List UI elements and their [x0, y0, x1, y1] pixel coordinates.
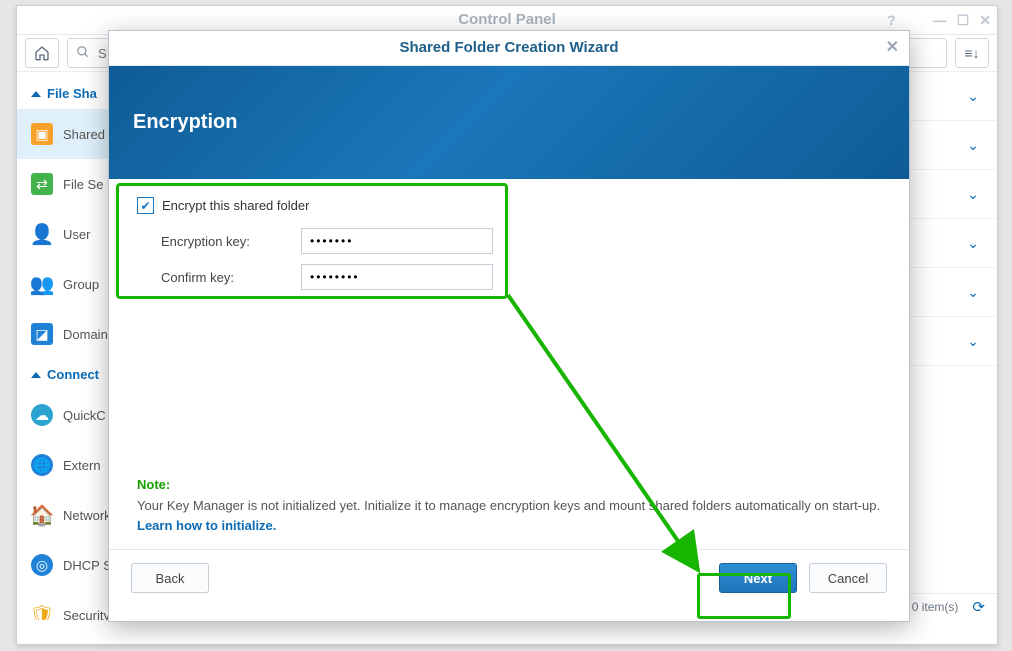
modal-titlebar: Shared Folder Creation Wizard ✕: [109, 31, 909, 66]
encrypt-checkbox[interactable]: ✔: [137, 197, 154, 214]
chevron-down-icon: ⌄: [967, 235, 979, 252]
folder-icon: ▣: [31, 123, 53, 145]
dhcp-icon: ◎: [31, 554, 53, 576]
encryption-key-label: Encryption key:: [161, 234, 301, 249]
chevron-up-icon: [31, 372, 41, 378]
learn-link[interactable]: Learn how to initialize.: [137, 518, 276, 533]
file-services-icon: ⇄: [31, 173, 53, 195]
wizard-modal: Shared Folder Creation Wizard ✕ Encrypti…: [108, 30, 910, 622]
close-icon[interactable]: ✕: [979, 6, 991, 34]
chevron-down-icon: ⌄: [967, 137, 979, 154]
globe-icon: 🌐: [31, 454, 53, 476]
encryption-key-input[interactable]: [301, 228, 493, 254]
maximize-icon[interactable]: ☐: [957, 6, 970, 34]
sort-button[interactable]: ≡↓: [955, 38, 989, 68]
chevron-down-icon: ⌄: [967, 284, 979, 301]
user-icon: 👤: [31, 223, 53, 245]
modal-banner: Encryption: [109, 66, 909, 179]
chevron-up-icon: [31, 91, 41, 97]
search-icon: [76, 45, 90, 62]
encrypt-label: Encrypt this shared folder: [162, 198, 309, 213]
item-count: 0 item(s): [912, 600, 959, 614]
note-text: Your Key Manager is not initialized yet.…: [137, 498, 880, 513]
minimize-icon[interactable]: —: [933, 6, 947, 34]
cancel-button[interactable]: Cancel: [809, 563, 887, 593]
confirm-key-input[interactable]: [301, 264, 493, 290]
shield-icon: 🛡: [31, 604, 53, 620]
note-block: Note: Your Key Manager is not initialize…: [137, 475, 881, 536]
chevron-down-icon: ⌄: [967, 333, 979, 350]
modal-title: Shared Folder Creation Wizard: [399, 39, 618, 56]
domain-icon: ◪: [31, 323, 53, 345]
modal-body: ✔ Encrypt this shared folder Encryption …: [109, 179, 909, 549]
chevron-down-icon: ⌄: [967, 88, 979, 105]
chevron-down-icon: ⌄: [967, 186, 979, 203]
next-button[interactable]: Next: [719, 563, 797, 593]
refresh-icon[interactable]: ⟳: [972, 598, 985, 616]
group-icon: 👥: [31, 273, 53, 295]
note-title: Note:: [137, 475, 881, 495]
network-icon: 🏠: [31, 504, 53, 526]
modal-footer: Back Next Cancel: [109, 549, 909, 606]
banner-heading: Encryption: [133, 111, 237, 134]
cloud-icon: ☁: [31, 404, 53, 426]
back-button[interactable]: Back: [131, 563, 209, 593]
confirm-key-label: Confirm key:: [161, 270, 301, 285]
home-button[interactable]: [25, 38, 59, 68]
modal-close-icon[interactable]: ✕: [886, 31, 899, 65]
window-title: Control Panel: [458, 11, 556, 28]
